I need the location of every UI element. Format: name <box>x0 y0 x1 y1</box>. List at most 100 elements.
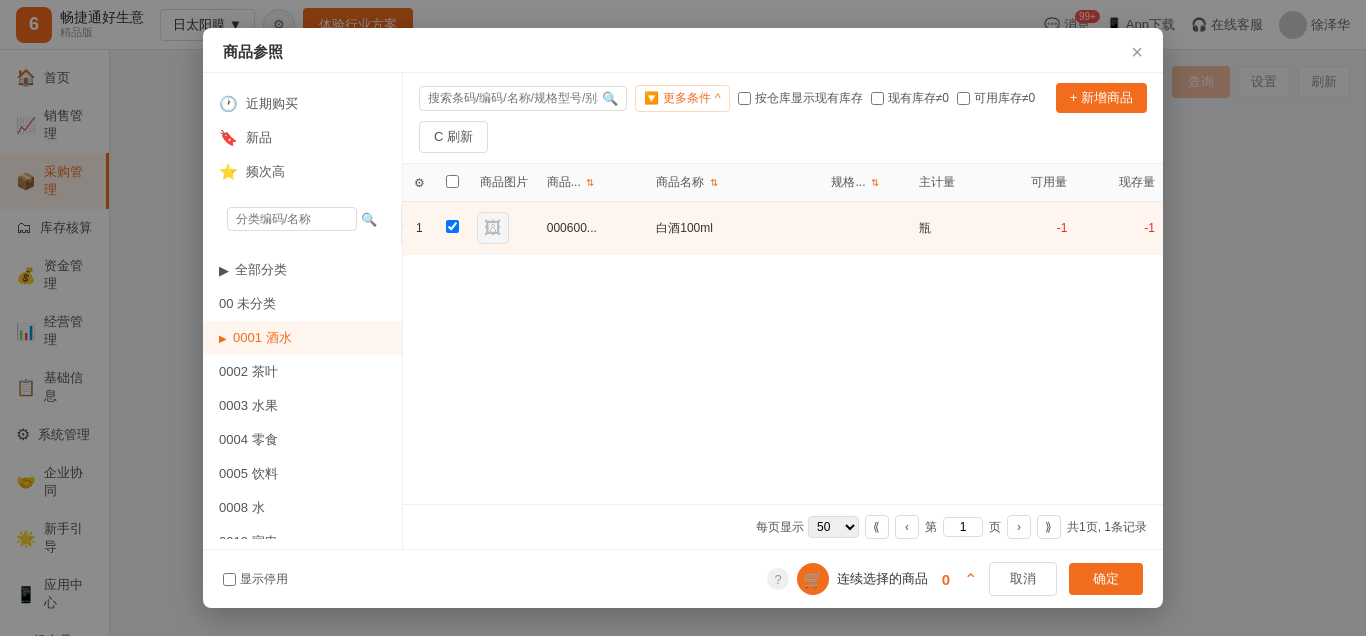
cat-label-all: 全部分类 <box>235 261 287 279</box>
th-image: 商品图片 <box>469 164 539 202</box>
th-unit: 主计量 <box>911 164 988 202</box>
dialog-left-panel: 🕐 近期购买 🔖 新品 ⭐ 频次高 🔍 « <box>203 73 403 549</box>
next-page-button[interactable]: › <box>1007 515 1031 539</box>
product-image: 🖼 <box>477 212 509 244</box>
quick-label-recent: 近期购买 <box>246 95 298 113</box>
cat-item-water[interactable]: 0008 水 <box>203 491 402 525</box>
row-num: 1 <box>403 202 436 255</box>
checkbox-stock-nonzero-input[interactable] <box>871 92 884 105</box>
category-search-input[interactable] <box>227 207 357 231</box>
cat-item-all[interactable]: ▶ 全部分类 <box>203 253 402 287</box>
cat-item-appliance[interactable]: 0010 家电 <box>203 525 402 539</box>
cat-label-appliance: 0010 家电 <box>219 533 278 539</box>
row-name: 白酒100ml <box>648 202 823 255</box>
cat-label-tea: 0002 茶叶 <box>219 363 278 381</box>
add-product-button[interactable]: + 新增商品 <box>1056 83 1147 113</box>
category-search-icon[interactable]: 🔍 <box>361 212 377 227</box>
cat-arrow-all: ▶ <box>219 263 229 278</box>
row-checkbox[interactable] <box>446 220 459 233</box>
filter-button[interactable]: 🔽 更多条件 ^ <box>635 85 730 112</box>
filter-icon: 🔽 <box>644 91 659 105</box>
refresh-button[interactable]: C 刷新 <box>419 121 488 153</box>
table-row[interactable]: 1 🖼 000600... 白酒100ml 瓶 -1 <box>403 202 1163 255</box>
cat-item-alcohol[interactable]: ▶ 0001 酒水 <box>203 321 402 355</box>
dialog-title: 商品参照 <box>223 43 283 62</box>
quick-item-new[interactable]: 🔖 新品 <box>203 121 402 155</box>
checkbox-warehouse-input[interactable] <box>738 92 751 105</box>
cat-item-snack[interactable]: 0004 零食 <box>203 423 402 457</box>
per-page-select[interactable]: 50 10 20 100 <box>808 516 859 538</box>
cat-item-tea[interactable]: 0002 茶叶 <box>203 355 402 389</box>
sort-name-icon: ⇅ <box>710 177 718 188</box>
table-header: ⚙ 商品图片 商品... ⇅ 商品名称 <box>403 164 1163 202</box>
collapse-cart-icon[interactable]: ⌃ <box>964 570 977 589</box>
checkbox-stock-nonzero[interactable]: 现有库存≠0 <box>871 90 949 107</box>
th-settings: ⚙ <box>403 164 436 202</box>
category-list: ▶ 全部分类 00 未分类 ▶ 0001 酒水 0002 茶叶 0003 水果 <box>203 249 402 539</box>
clock-icon: 🕐 <box>219 95 238 113</box>
cart-label: 连续选择的商品 <box>837 570 928 588</box>
row-spec <box>823 202 911 255</box>
cancel-button[interactable]: 取消 <box>989 562 1057 596</box>
th-available: 可用量 <box>988 164 1076 202</box>
dialog-right-panel: 🔍 🔽 更多条件 ^ 按仓库显示现有库存 现有库存≠0 可用库存≠ <box>403 73 1163 549</box>
cat-label-water: 0008 水 <box>219 499 265 517</box>
page-suffix-label: 页 <box>989 519 1001 536</box>
row-stock: -1 <box>1075 202 1163 255</box>
sort-spec-icon: ⇅ <box>871 177 879 188</box>
product-table-wrap: ⚙ 商品图片 商品... ⇅ 商品名称 <box>403 164 1163 504</box>
product-search-icon[interactable]: 🔍 <box>602 91 618 106</box>
total-info-label: 共1页, 1条记录 <box>1067 519 1147 536</box>
pagination: 每页显示 50 10 20 100 ⟪ ‹ 第 页 › ⟫ 共1页, 1条记录 <box>403 504 1163 549</box>
cat-label-beverage: 0005 饮料 <box>219 465 278 483</box>
category-search-wrap: 🔍 <box>215 201 389 237</box>
settings-icon: ⚙ <box>414 176 425 190</box>
row-code: 000600... <box>539 202 649 255</box>
product-reference-dialog: 商品参照 × 🕐 近期购买 🔖 新品 ⭐ 频次高 <box>203 28 1163 608</box>
last-page-button[interactable]: ⟫ <box>1037 515 1061 539</box>
th-spec: 规格... ⇅ <box>823 164 911 202</box>
cart-count: 0 <box>936 571 956 588</box>
dialog-close-button[interactable]: × <box>1131 42 1143 62</box>
confirm-button[interactable]: 确定 <box>1069 563 1143 595</box>
quick-label-frequent: 频次高 <box>246 163 285 181</box>
show-disabled-checkbox-wrap[interactable]: 显示停用 <box>223 571 288 588</box>
checkbox-available-nonzero[interactable]: 可用库存≠0 <box>957 90 1035 107</box>
product-search-input[interactable] <box>428 91 598 105</box>
checkbox-warehouse-label: 按仓库显示现有库存 <box>755 90 863 107</box>
filter-caret-icon: ^ <box>715 91 721 105</box>
th-checkbox <box>436 164 469 202</box>
filter-label: 更多条件 <box>663 90 711 107</box>
dialog-toolbar: 🔍 🔽 更多条件 ^ 按仓库显示现有库存 现有库存≠0 可用库存≠ <box>403 73 1163 164</box>
cat-item-uncategorized[interactable]: 00 未分类 <box>203 287 402 321</box>
select-all-checkbox[interactable] <box>446 175 459 188</box>
new-icon: 🔖 <box>219 129 238 147</box>
per-page-label: 每页显示 <box>756 519 804 536</box>
prev-page-button[interactable]: ‹ <box>895 515 919 539</box>
quick-item-frequent[interactable]: ⭐ 频次高 <box>203 155 402 189</box>
first-page-button[interactable]: ⟪ <box>865 515 889 539</box>
cat-item-fruit[interactable]: 0003 水果 <box>203 389 402 423</box>
page-number-input[interactable] <box>943 517 983 537</box>
dialog-footer: 显示停用 ? 🛒 连续选择的商品 0 ⌃ 取消 确定 <box>203 549 1163 608</box>
cat-label-snack: 0004 零食 <box>219 431 278 449</box>
checkbox-warehouse[interactable]: 按仓库显示现有库存 <box>738 90 863 107</box>
quick-item-recent[interactable]: 🕐 近期购买 <box>203 87 402 121</box>
cat-label-alcohol: 0001 酒水 <box>233 329 292 347</box>
sort-code-icon: ⇅ <box>586 177 594 188</box>
th-code: 商品... ⇅ <box>539 164 649 202</box>
checkbox-available-nonzero-input[interactable] <box>957 92 970 105</box>
checkbox-available-nonzero-label: 可用库存≠0 <box>974 90 1035 107</box>
page-label: 第 <box>925 519 937 536</box>
cart-icon-button[interactable]: 🛒 <box>797 563 829 595</box>
cat-item-beverage[interactable]: 0005 饮料 <box>203 457 402 491</box>
quick-label-new: 新品 <box>246 129 272 147</box>
row-image-cell: 🖼 <box>469 202 539 255</box>
dialog-body: 🕐 近期购买 🔖 新品 ⭐ 频次高 🔍 « <box>203 73 1163 549</box>
footer-cart-area: ? 🛒 连续选择的商品 0 ⌃ <box>767 563 977 595</box>
th-stock: 现存量 <box>1075 164 1163 202</box>
row-unit: 瓶 <box>911 202 988 255</box>
show-disabled-checkbox[interactable] <box>223 573 236 586</box>
table-body: 1 🖼 000600... 白酒100ml 瓶 -1 <box>403 202 1163 255</box>
help-icon[interactable]: ? <box>767 568 789 590</box>
